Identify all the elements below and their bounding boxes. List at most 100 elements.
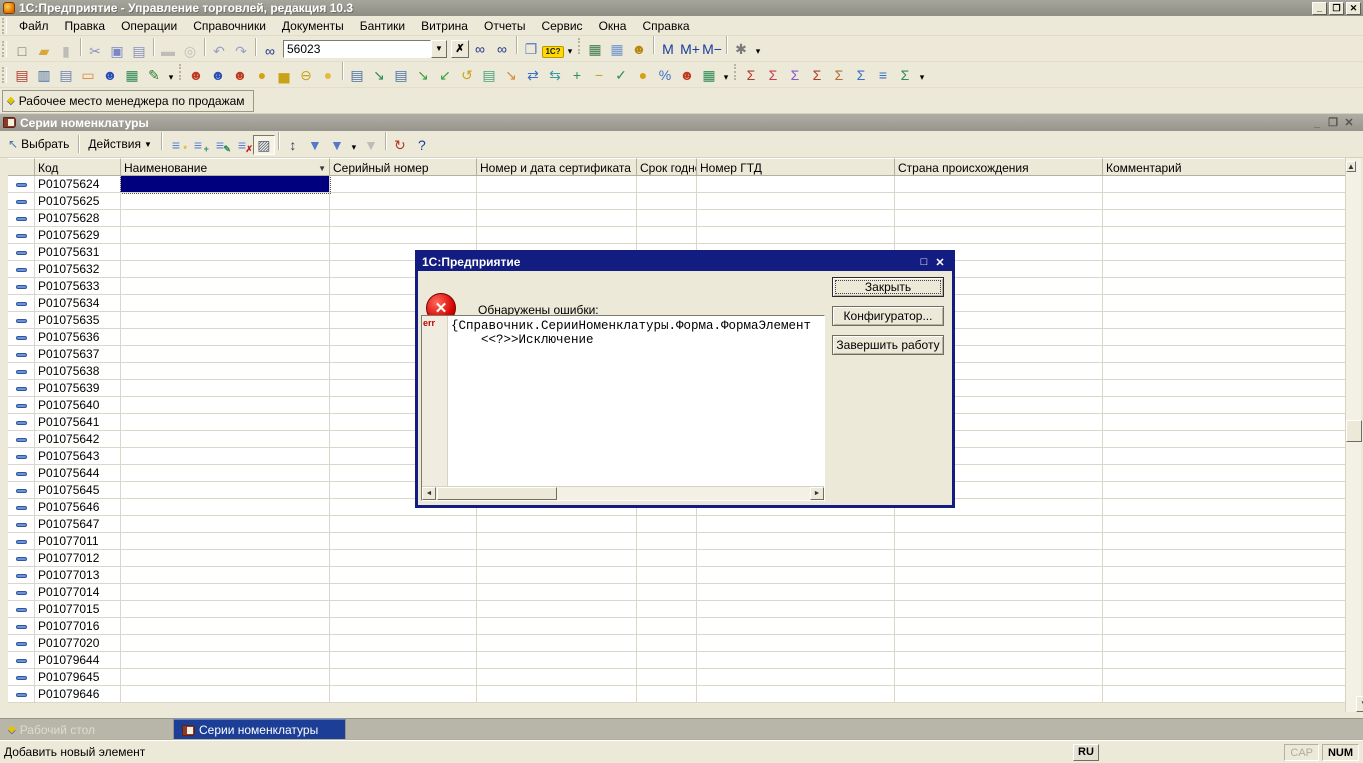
name-cell[interactable]	[121, 363, 330, 380]
name-cell[interactable]	[121, 516, 330, 533]
dialog-restore-icon[interactable]: □	[916, 256, 932, 268]
code-cell[interactable]: P01077020	[35, 635, 121, 652]
chevron-down-icon[interactable]: ▼	[431, 39, 447, 58]
calendar-icon[interactable]: ▦	[606, 39, 628, 59]
transfer-document-icon[interactable]: ⇄	[522, 65, 544, 85]
certificate-cell[interactable]	[477, 652, 637, 669]
gtd-cell[interactable]	[697, 567, 895, 584]
name-cell[interactable]	[121, 601, 330, 618]
marker-cell[interactable]	[8, 516, 35, 533]
comment-cell[interactable]	[1103, 533, 1345, 550]
table-row[interactable]: P01077012	[8, 550, 1345, 567]
code-cell[interactable]: P01077011	[35, 533, 121, 550]
refresh-icon[interactable]: ↻	[389, 135, 411, 155]
code-cell[interactable]: P01075639	[35, 380, 121, 397]
client-document-icon[interactable]: ☻	[676, 65, 698, 85]
table-row[interactable]: P01077015	[8, 601, 1345, 618]
report-sales-icon[interactable]: Σ	[740, 65, 762, 85]
structure-dropdown-icon[interactable]: ▾	[720, 68, 732, 88]
code-cell[interactable]: P01079644	[35, 652, 121, 669]
name-cell[interactable]	[121, 499, 330, 516]
report-stock-icon[interactable]: Σ	[806, 65, 828, 85]
header-serial[interactable]: Серийный номер	[330, 158, 477, 176]
name-cell[interactable]	[121, 397, 330, 414]
print-form-icon[interactable]: ▭	[77, 65, 99, 85]
configurator-button[interactable]: Конфигуратор...	[832, 306, 944, 326]
country-cell[interactable]	[895, 669, 1103, 686]
comment-cell[interactable]	[1103, 618, 1345, 635]
menu-item[interactable]: Справочники	[185, 17, 274, 35]
comment-cell[interactable]	[1103, 397, 1345, 414]
certificate-cell[interactable]	[477, 567, 637, 584]
comment-cell[interactable]	[1103, 210, 1345, 227]
coins-icon[interactable]: ●	[317, 65, 339, 85]
menu-item[interactable]: Витрина	[413, 17, 476, 35]
marker-cell[interactable]	[8, 499, 35, 516]
table-row[interactable]: P01079646	[8, 686, 1345, 703]
comment-cell[interactable]	[1103, 380, 1345, 397]
memory-plus-button[interactable]: M+	[679, 39, 701, 59]
gtd-cell[interactable]	[697, 635, 895, 652]
marker-cell[interactable]	[8, 312, 35, 329]
certificate-cell[interactable]	[477, 635, 637, 652]
header-name[interactable]: Наименование ▼	[121, 158, 330, 176]
name-cell[interactable]	[121, 669, 330, 686]
gtd-cell[interactable]	[697, 533, 895, 550]
delete-item-icon[interactable]: ≡ ✗	[231, 135, 253, 155]
paste-icon[interactable]: ▤	[128, 41, 150, 61]
comment-cell[interactable]	[1103, 346, 1345, 363]
expiry-cell[interactable]	[637, 176, 697, 193]
marker-cell[interactable]	[8, 652, 35, 669]
vertical-scrollbar[interactable]: ▲ ▼	[1345, 158, 1363, 712]
expiry-cell[interactable]	[637, 601, 697, 618]
clear-search-icon[interactable]: ✗	[451, 39, 469, 58]
serial-cell[interactable]	[330, 567, 477, 584]
search-input[interactable]	[283, 39, 431, 58]
gtd-cell[interactable]	[697, 516, 895, 533]
marker-cell[interactable]	[8, 346, 35, 363]
serial-cell[interactable]	[330, 193, 477, 210]
supplier-orders-icon[interactable]: ☻	[229, 65, 251, 85]
find-icon[interactable]: ∞	[259, 41, 281, 61]
certificate-cell[interactable]	[477, 516, 637, 533]
country-cell[interactable]	[895, 516, 1103, 533]
language-indicator[interactable]: RU	[1073, 744, 1099, 761]
comment-cell[interactable]	[1103, 499, 1345, 516]
file-cabinet-icon[interactable]: ▤	[11, 65, 33, 85]
serial-cell[interactable]	[330, 652, 477, 669]
goods-issue-icon[interactable]: ↘	[412, 65, 434, 85]
name-cell[interactable]	[121, 618, 330, 635]
help-1c-icon[interactable]: 1С?	[542, 42, 564, 62]
sort-icon[interactable]: ↕	[282, 135, 304, 155]
marker-cell[interactable]	[8, 482, 35, 499]
header-comment[interactable]: Комментарий	[1103, 158, 1345, 176]
table-row[interactable]: P01075628	[8, 210, 1345, 227]
certificate-cell[interactable]	[477, 227, 637, 244]
certificate-cell[interactable]	[477, 601, 637, 618]
expiry-cell[interactable]	[637, 533, 697, 550]
marker-cell[interactable]	[8, 465, 35, 482]
certificate-cell[interactable]	[477, 193, 637, 210]
country-cell[interactable]	[895, 550, 1103, 567]
copy-icon[interactable]: ▣	[106, 41, 128, 61]
name-cell[interactable]	[121, 329, 330, 346]
filter-by-value-icon[interactable]: ▼	[304, 135, 326, 155]
code-cell[interactable]: P01075638	[35, 363, 121, 380]
name-cell[interactable]	[120, 175, 331, 194]
header-country[interactable]: Страна происхождения	[895, 158, 1103, 176]
comment-cell[interactable]	[1103, 584, 1345, 601]
terminate-button[interactable]: Завершить работу	[832, 335, 944, 355]
header-code[interactable]: Код	[35, 158, 121, 176]
calc-dropdown-icon[interactable]: ▾	[165, 68, 177, 88]
expiry-cell[interactable]	[637, 516, 697, 533]
payments-icon[interactable]: ●	[251, 65, 273, 85]
country-cell[interactable]	[895, 210, 1103, 227]
restore-icon[interactable]: ❐	[1329, 1, 1344, 15]
marker-cell[interactable]	[8, 244, 35, 261]
code-cell[interactable]: P01075637	[35, 346, 121, 363]
scroll-right-icon[interactable]: ►	[810, 487, 824, 500]
marker-cell[interactable]	[8, 567, 35, 584]
serial-cell[interactable]	[330, 618, 477, 635]
comment-cell[interactable]	[1103, 295, 1345, 312]
header-expiry[interactable]: Срок годнос...	[637, 158, 697, 176]
